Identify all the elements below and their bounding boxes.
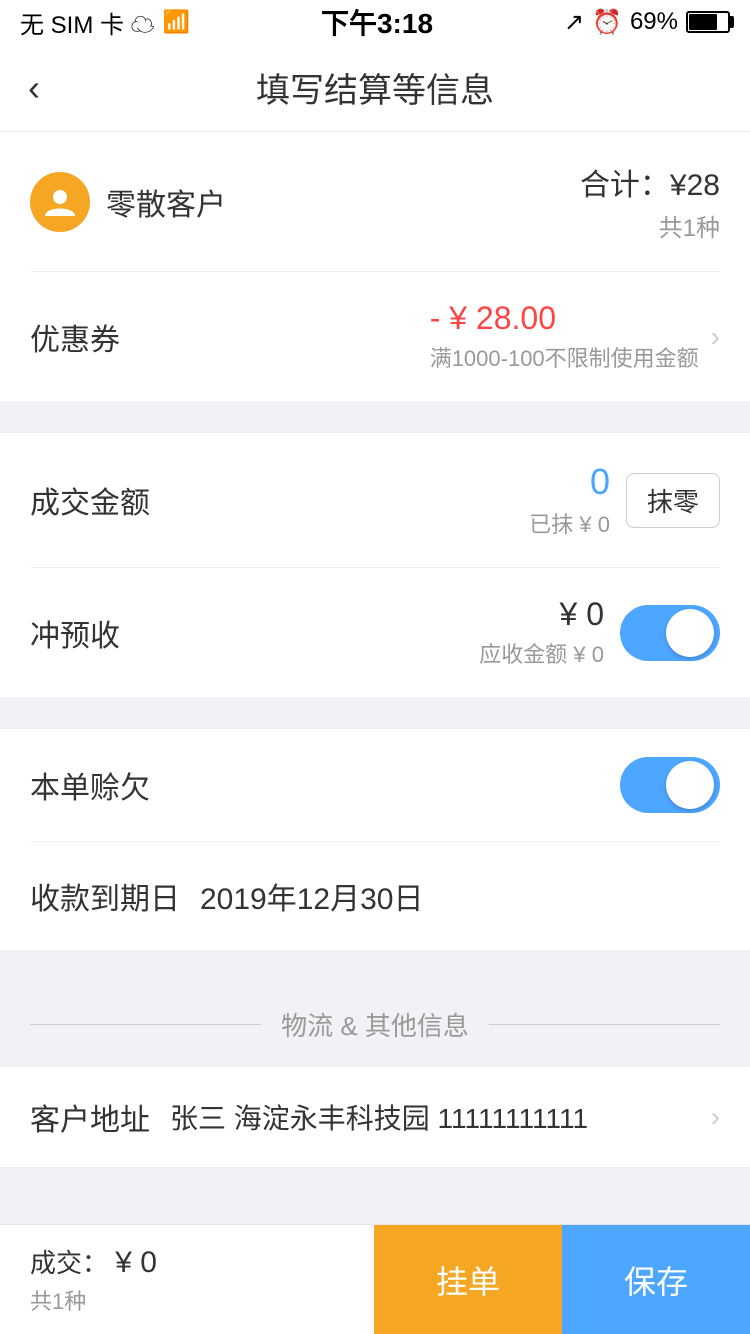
prepay-row: 冲预收 ¥ 0 应收金额 ¥ 0 (0, 568, 750, 697)
person-icon (42, 184, 78, 220)
deal-amount-sub: 已抹 ¥ 0 (529, 507, 610, 539)
credit-defer-row: 本单赊欠 (0, 729, 750, 841)
due-date-row[interactable]: 收款到期日 2019年12月30日 (0, 842, 750, 950)
customer-name: 零散客户 (106, 180, 226, 224)
deal-label-text: 成交： (30, 1248, 108, 1278)
status-bar: 无 SIM 卡 ☁ 📶 下午3:18 ↗ ⏰ 69% (0, 0, 750, 44)
toggle-knob (666, 609, 714, 657)
prepay-label: 冲预收 (30, 611, 150, 655)
save-button[interactable]: 保存 (562, 1225, 750, 1334)
battery-icon (686, 11, 730, 33)
coupon-right-col: - ¥ 28.00 满1000-100不限制使用金额 (430, 300, 699, 373)
bottom-bar: 成交： ¥ 0 共1种 挂单 保存 (0, 1224, 750, 1334)
credit-defer-card: 本单赊欠 收款到期日 2019年12月30日 (0, 729, 750, 950)
due-date-value: 2019年12月30日 (200, 874, 423, 918)
toggle-knob-2 (666, 761, 714, 809)
chevron-right-icon: › (711, 321, 720, 353)
round-zero-button[interactable]: 抹零 (626, 473, 720, 528)
deal-amount-right: 0 已抹 ¥ 0 抹零 (150, 461, 720, 539)
address-row[interactable]: 客户地址 张三 海淀永丰科技园 11111111111 › (0, 1067, 750, 1167)
prepay-toggle[interactable] (620, 605, 720, 661)
customer-right: 合计：¥28 共1种 (580, 160, 720, 243)
coupon-amount: - ¥ 28.00 (430, 300, 699, 337)
wifi-icon: 📶 (163, 9, 190, 35)
total-count: 共1种 (580, 208, 720, 243)
bottom-count: 共1种 (30, 1284, 344, 1316)
status-time: 下午3:18 (321, 2, 433, 42)
sim-label: 无 SIM 卡 ☁ (20, 5, 155, 40)
logistics-line-left (30, 1024, 261, 1025)
page-title: 填写结算等信息 (256, 63, 494, 112)
deal-amount-col: 0 已抹 ¥ 0 (529, 461, 610, 539)
credit-defer-right (150, 757, 720, 813)
deal-amount-text: ¥ 0 (115, 1246, 157, 1279)
due-date-label: 收款到期日 (30, 874, 180, 918)
deal-amount-input-wrap: 0 (529, 461, 610, 503)
main-content: 零散客户 合计：¥28 共1种 优惠券 - ¥ 28.00 满1000-100不… (0, 132, 750, 1303)
logistics-section: 物流 & 其他信息 (0, 982, 750, 1067)
status-right: ↗ ⏰ 69% (564, 8, 730, 37)
deal-amount-card: 成交金额 0 已抹 ¥ 0 抹零 冲预收 ¥ 0 应收金额 ¥ 0 (0, 433, 750, 697)
logistics-line-right (489, 1024, 720, 1025)
section-gap-2 (0, 713, 750, 729)
prepay-amount: ¥ 0 (479, 596, 604, 633)
address-value: 张三 海淀永丰科技园 11111111111 (170, 1097, 707, 1137)
prepay-sub: 应收金额 ¥ 0 (479, 637, 604, 669)
section-gap-1 (0, 417, 750, 433)
bottom-deal-label: 成交： ¥ 0 (30, 1243, 344, 1280)
customer-left: 零散客户 (30, 172, 226, 232)
customer-avatar (30, 172, 90, 232)
credit-defer-label: 本单赊欠 (30, 763, 150, 807)
total-amount: 合计：¥28 (580, 160, 720, 204)
nav-bar: ‹ 填写结算等信息 (0, 44, 750, 132)
address-chevron-icon: › (711, 1101, 720, 1133)
customer-row[interactable]: 零散客户 合计：¥28 共1种 (0, 132, 750, 271)
deal-amount-value[interactable]: 0 (590, 461, 610, 502)
coupon-label: 优惠券 (30, 315, 120, 359)
address-card: 客户地址 张三 海淀永丰科技园 11111111111 › (0, 1067, 750, 1167)
deal-amount-label: 成交金额 (30, 478, 150, 522)
bottom-summary: 成交： ¥ 0 共1种 (0, 1243, 374, 1316)
prepay-col: ¥ 0 应收金额 ¥ 0 (479, 596, 604, 669)
credit-defer-toggle[interactable] (620, 757, 720, 813)
status-left: 无 SIM 卡 ☁ 📶 (20, 5, 190, 40)
logistics-label: 物流 & 其他信息 (261, 1006, 489, 1043)
coupon-row[interactable]: 优惠券 - ¥ 28.00 满1000-100不限制使用金额 › (0, 272, 750, 401)
coupon-desc: 满1000-100不限制使用金额 (430, 341, 699, 373)
back-button[interactable]: ‹ (28, 67, 40, 109)
address-label: 客户地址 (30, 1095, 150, 1139)
hold-button[interactable]: 挂单 (374, 1225, 562, 1334)
customer-card: 零散客户 合计：¥28 共1种 优惠券 - ¥ 28.00 满1000-100不… (0, 132, 750, 401)
prepay-right: ¥ 0 应收金额 ¥ 0 (150, 596, 720, 669)
alarm-icon: ⏰ (592, 8, 622, 37)
battery-percent: 69% (630, 8, 678, 36)
section-gap-3 (0, 966, 750, 982)
deal-amount-row: 成交金额 0 已抹 ¥ 0 抹零 (0, 433, 750, 567)
location-icon: ↗ (564, 8, 584, 37)
coupon-right: - ¥ 28.00 满1000-100不限制使用金额 › (430, 300, 720, 373)
